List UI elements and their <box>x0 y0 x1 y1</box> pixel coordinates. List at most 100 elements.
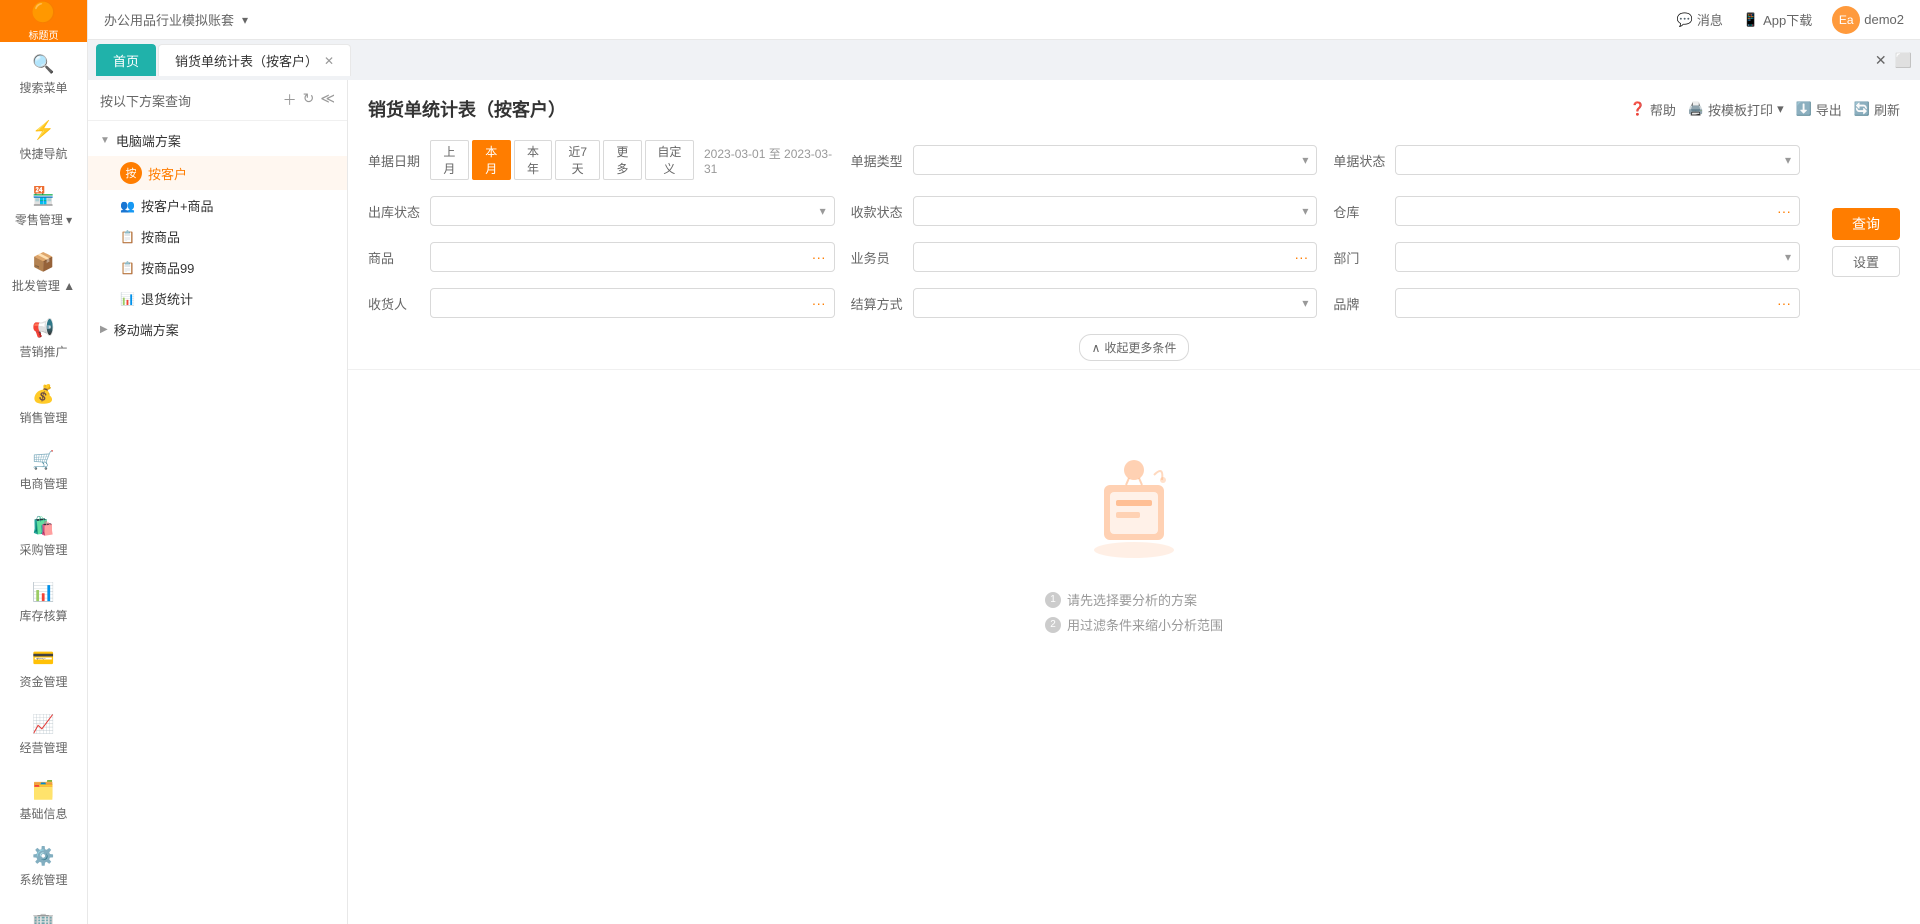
order-type-select[interactable]: ▾ <box>913 145 1318 175</box>
receipt-status-chevron: ▾ <box>1302 204 1308 218</box>
page-title: 销货单统计表（按客户） <box>368 96 566 122</box>
refresh-label: 刷新 <box>1874 100 1900 119</box>
maximize-window-icon[interactable]: ⬜ <box>1895 52 1912 69</box>
header-breadcrumb: 办公用品行业模拟账套 <box>104 10 234 29</box>
warehouse-input[interactable]: ··· <box>1395 196 1800 226</box>
tree-item-customer-label: 按客户 <box>148 164 187 183</box>
sidebar-item-marketing[interactable]: 📢 营销推广 <box>0 306 88 372</box>
tabs-bar: 首页 销货单统计表（按客户） ✕ ✕ ⬜ <box>88 40 1920 80</box>
app-download-icon: 📱 <box>1743 12 1759 28</box>
filter-receipt-status: 收款状态 ▾ <box>851 196 1318 226</box>
sidebar-item-quicknav-label: 快捷导航 <box>4 145 84 162</box>
sidebar-item-operation-label: 经营管理 <box>4 739 84 756</box>
hint-num-2: 2 <box>1045 617 1061 633</box>
sidebar-item-finance[interactable]: 💳 资金管理 <box>0 636 88 702</box>
date-btn-thismonth[interactable]: 本月 <box>472 140 511 180</box>
panel-collapse-btn[interactable]: ≪ <box>320 90 335 110</box>
help-label: 帮助 <box>1650 100 1676 119</box>
msg-icon: 💬 <box>1677 12 1693 28</box>
settlement-select[interactable]: ▾ <box>913 288 1318 318</box>
collapse-button[interactable]: ∧ 收起更多条件 <box>1079 334 1190 361</box>
sidebar-item-quicknav[interactable]: ⚡ 快捷导航 <box>0 108 88 174</box>
logo[interactable]: 🟠 标题页 <box>0 0 88 42</box>
sidebar-item-ecommerce[interactable]: 🛒 电商管理 <box>0 438 88 504</box>
refresh-link[interactable]: 🔄 刷新 <box>1854 100 1900 119</box>
goods-dots: ··· <box>812 249 826 265</box>
tree-item-customer-goods[interactable]: 👥 按客户+商品 <box>88 190 347 221</box>
department-select[interactable]: ▾ <box>1395 242 1800 272</box>
panel-refresh-btn[interactable]: ↻ <box>303 90 315 110</box>
empty-text: 1 请先选择要分析的方案 2 用过滤条件来缩小分析范围 <box>1045 590 1223 640</box>
receipt-status-select[interactable]: ▾ <box>913 196 1318 226</box>
print-dropdown-icon[interactable]: ▾ <box>1777 101 1784 117</box>
tab-close-icon[interactable]: ✕ <box>324 54 334 68</box>
sidebar-item-wholesale[interactable]: 📦 批发管理 ▲ <box>0 240 88 306</box>
order-status-select[interactable]: ▾ <box>1395 145 1800 175</box>
tree-circle-icon: 按 <box>120 162 142 184</box>
panel-add-btn[interactable]: ＋ <box>283 90 297 110</box>
goods-input[interactable]: ··· <box>430 242 835 272</box>
tab-sales-report-label: 销货单统计表（按客户） <box>175 51 318 70</box>
main-area: 办公用品行业模拟账套 ▾ 💬 消息 📱 App下载 Ea demo2 首页 <box>88 0 1920 924</box>
export-label: 导出 <box>1816 100 1842 119</box>
out-status-select[interactable]: ▾ <box>430 196 835 226</box>
right-content-wrapper: 销货单统计表（按客户） ❓ 帮助 🖨️ 按模板打印 ▾ ⬇️ 导出 <box>348 80 1920 924</box>
sidebar-item-purchase[interactable]: 🛍️ 采购管理 <box>0 504 88 570</box>
content-area: 按以下方案查询 ＋ ↻ ≪ ▼ 电脑端方案 按 按客户 <box>88 80 1920 924</box>
close-window-icon[interactable]: ✕ <box>1875 52 1887 69</box>
empty-hint-2: 2 用过滤条件来缩小分析范围 <box>1045 615 1223 634</box>
sidebar-item-system[interactable]: ⚙️ 系统管理 <box>0 834 88 900</box>
date-btn-7days[interactable]: 近7天 <box>555 140 600 180</box>
quicknav-icon: ⚡ <box>4 120 84 141</box>
export-link[interactable]: ⬇️ 导出 <box>1796 100 1842 119</box>
salesperson-input[interactable]: ··· <box>913 242 1318 272</box>
msg-button[interactable]: 💬 消息 <box>1677 10 1723 29</box>
date-btn-more[interactable]: 更多 <box>603 140 642 180</box>
empty-state-icon <box>1074 450 1194 570</box>
date-btn-thisyear[interactable]: 本年 <box>514 140 553 180</box>
tab-home[interactable]: 首页 <box>96 44 156 76</box>
sidebar-item-basic[interactable]: 🗂️ 基础信息 <box>0 768 88 834</box>
sidebar-item-retail[interactable]: 🏪 零售管理 ▾ <box>0 174 88 240</box>
sidebar-item-inventory[interactable]: 📊 库存核算 <box>0 570 88 636</box>
settings-button[interactable]: 设置 <box>1832 246 1900 277</box>
header-dropdown-icon[interactable]: ▾ <box>242 13 248 27</box>
brand-input[interactable]: ··· <box>1395 288 1800 318</box>
tree-parent-pc[interactable]: ▼ 电脑端方案 <box>88 125 347 156</box>
tree-item-customer[interactable]: 按 按客户 <box>88 156 347 190</box>
sidebar: 🟠 标题页 🔍 搜索菜单 ⚡ 快捷导航 🏪 零售管理 ▾ 📦 批发管理 ▲ 📢 … <box>0 0 88 924</box>
filter-date-field: 单据日期 上月 本月 本年 近7天 更多 自定义 2023-03-01 至 20… <box>368 140 835 180</box>
date-btn-lastmonth[interactable]: 上月 <box>430 140 469 180</box>
order-type-chevron: ▾ <box>1302 153 1308 167</box>
print-link[interactable]: 🖨️ 按模板打印 ▾ <box>1688 100 1784 119</box>
purchase-icon: 🛍️ <box>4 516 84 537</box>
filter-goods: 商品 ··· <box>368 242 835 272</box>
tab-sales-report[interactable]: 销货单统计表（按客户） ✕ <box>158 44 351 76</box>
salesperson-dots: ··· <box>1294 249 1308 265</box>
date-btn-custom[interactable]: 自定义 <box>645 140 694 180</box>
avatar: Ea <box>1832 6 1860 34</box>
sidebar-item-enterprise[interactable]: 🏢 企业协同 <box>0 900 88 924</box>
tree-parent-mobile[interactable]: ▶ 移动端方案 <box>88 314 347 345</box>
tree-expand-icon: ▼ <box>100 135 110 146</box>
sidebar-item-operation[interactable]: 📈 经营管理 <box>0 702 88 768</box>
department-label: 部门 <box>1333 248 1389 267</box>
app-download-button[interactable]: 📱 App下载 <box>1743 10 1812 29</box>
user-menu[interactable]: Ea demo2 <box>1832 6 1904 34</box>
tree-item-goods[interactable]: 📋 按商品 <box>88 221 347 252</box>
user-name: demo2 <box>1864 12 1904 27</box>
order-type-label: 单据类型 <box>851 151 907 170</box>
search-button[interactable]: 查询 <box>1832 208 1900 240</box>
receiver-dots: ··· <box>812 295 826 311</box>
tree-item-returns[interactable]: 📊 退货统计 <box>88 283 347 314</box>
sidebar-item-search[interactable]: 🔍 搜索菜单 <box>0 42 88 108</box>
help-link[interactable]: ❓ 帮助 <box>1630 100 1676 119</box>
receiver-input[interactable]: ··· <box>430 288 835 318</box>
tree-item-goods99[interactable]: 📋 按商品99 <box>88 252 347 283</box>
app-download-label: App下载 <box>1763 10 1812 29</box>
filter-order-status: 单据状态 ▾ <box>1333 145 1800 175</box>
left-panel: 按以下方案查询 ＋ ↻ ≪ ▼ 电脑端方案 按 按客户 <box>88 80 348 924</box>
sidebar-item-sales[interactable]: 💰 销售管理 <box>0 372 88 438</box>
inventory-icon: 📊 <box>4 582 84 603</box>
system-icon: ⚙️ <box>4 846 84 867</box>
